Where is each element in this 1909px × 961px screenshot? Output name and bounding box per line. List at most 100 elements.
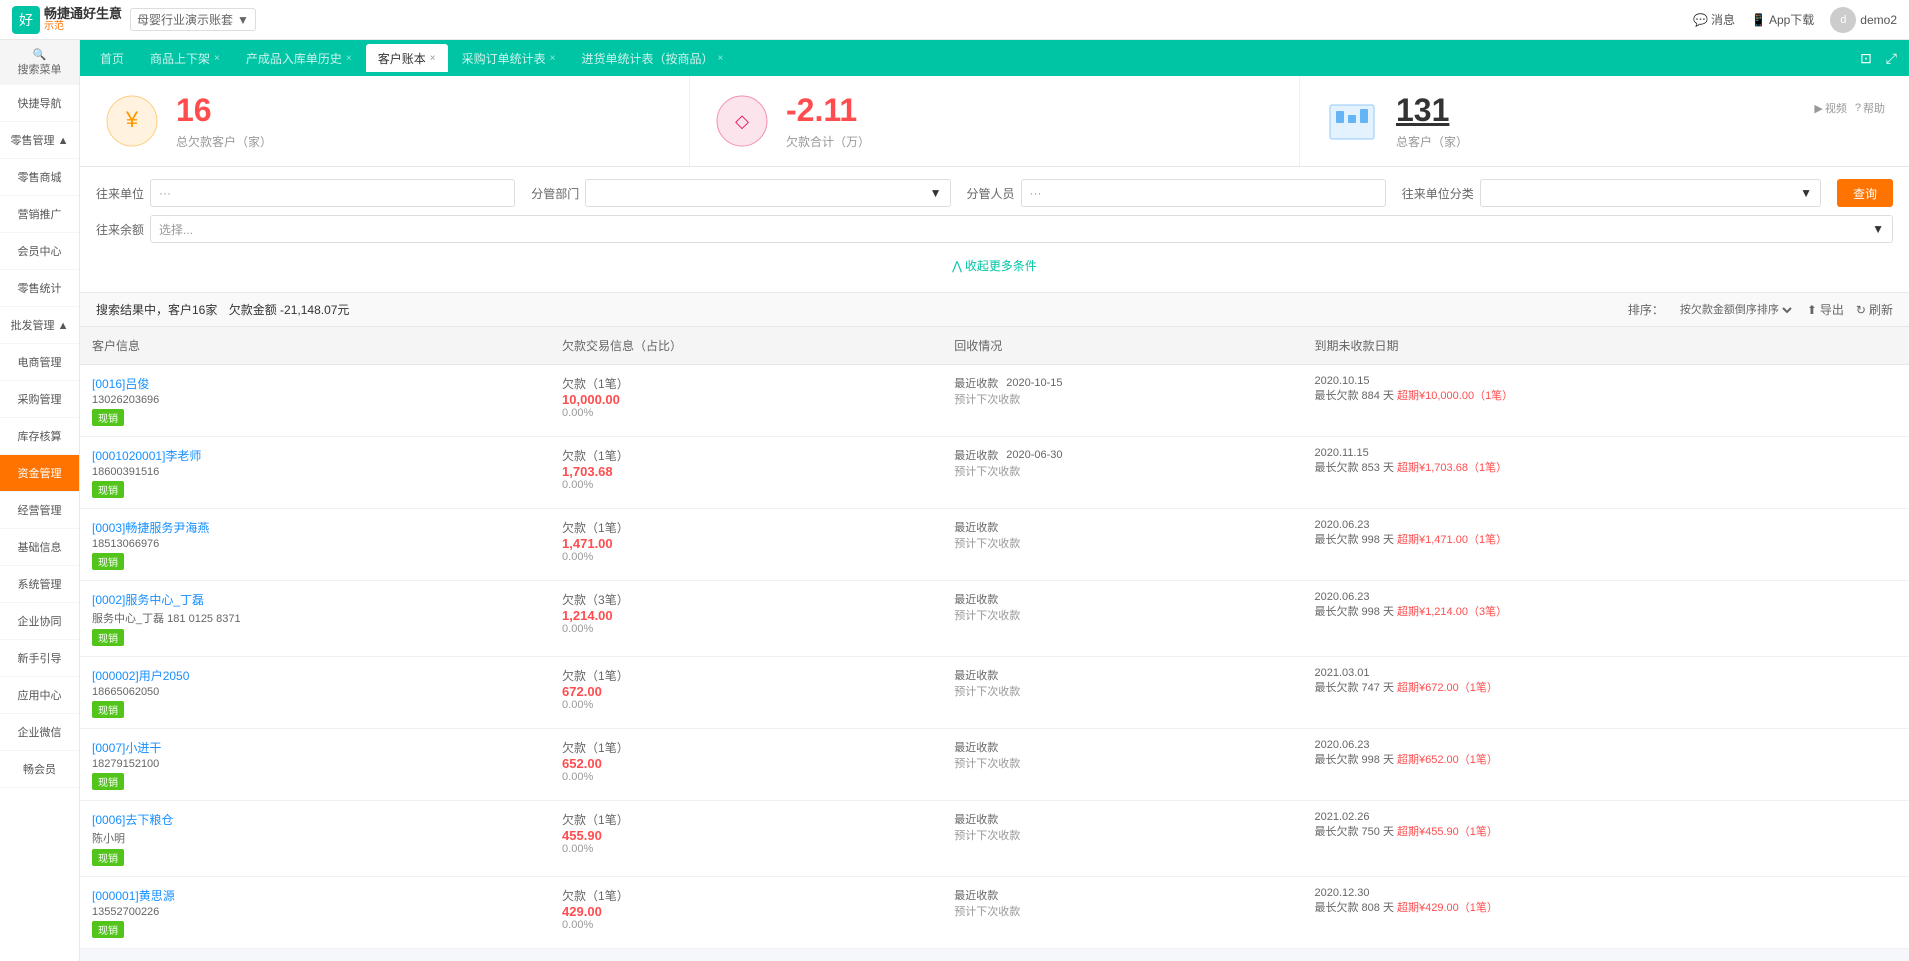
tab-production-history[interactable]: 产成品入库单历史 × <box>234 44 364 72</box>
tab-close-icon[interactable]: × <box>214 53 220 64</box>
dept-select[interactable]: ▼ <box>585 179 950 207</box>
sidebar-search-label: 搜索菜单 <box>4 61 75 77</box>
sidebar-search[interactable]: 🔍 搜索菜单 <box>0 40 79 85</box>
summary-card-amount: ◇ -2.11 欠款合计（万） <box>690 76 1300 166</box>
cell-debt-3: 欠款（3笔） 1,214.00 0.00% <box>550 581 942 657</box>
user-menu[interactable]: d demo2 <box>1830 7 1897 33</box>
sidebar-item-ecommerce[interactable]: 电商管理 <box>0 344 79 381</box>
col-recovery: 回收情况 <box>942 327 1302 365</box>
max-days-1: 最长欠款 853 天 超期¥1,703.68（1笔） <box>1314 459 1897 475</box>
search-button[interactable]: 查询 <box>1837 179 1893 207</box>
overdue-link-5[interactable]: 超期¥652.00（1笔） <box>1397 754 1498 766</box>
debt-percent-1: 0.00% <box>562 479 930 491</box>
filter-row-2: 往来余额 选择... ▼ <box>96 215 1893 243</box>
tab-inventory-stats[interactable]: 进货单统计表（按商品） × <box>569 44 735 72</box>
overdue-link-4[interactable]: 超期¥672.00（1笔） <box>1397 682 1498 694</box>
customer-name-link-2[interactable]: [0003]畅捷服务尹海燕 <box>92 519 538 536</box>
debt-percent-4: 0.00% <box>562 699 930 711</box>
chevron-down-icon4: ▼ <box>1800 186 1812 200</box>
tab-close-icon3[interactable]: × <box>430 53 436 64</box>
sidebar-item-new-guide[interactable]: 新手引导 <box>0 640 79 677</box>
table-row: [000001]黄思源 13552700226 现销 欠款（1笔） 429.00… <box>80 877 1909 949</box>
cell-debt-1: 欠款（1笔） 1,703.68 0.00% <box>550 437 942 509</box>
overdue-link-2[interactable]: 超期¥1,471.00（1笔） <box>1397 534 1507 546</box>
overdue-link-1[interactable]: 超期¥1,703.68（1笔） <box>1397 462 1507 474</box>
overdue-link-7[interactable]: 超期¥429.00（1笔） <box>1397 902 1498 914</box>
sidebar-item-enterprise-wechat[interactable]: 企业微信 <box>0 714 79 751</box>
overdue-link-6[interactable]: 超期¥455.90（1笔） <box>1397 826 1498 838</box>
tab-home[interactable]: 首页 <box>88 44 136 72</box>
app-download-btn[interactable]: 📱 App下载 <box>1751 11 1814 28</box>
refresh-btn[interactable]: ↻ 刷新 <box>1856 301 1893 318</box>
overdue-link-0[interactable]: 超期¥10,000.00（1笔） <box>1397 390 1513 402</box>
due-date-4: 2021.03.01 <box>1314 667 1897 679</box>
cell-debt-5: 欠款（1笔） 652.00 0.00% <box>550 729 942 801</box>
table-row: [0006]去下粮仓 陈小明 现销 欠款（1笔） 455.90 0.00% 最近… <box>80 801 1909 877</box>
refresh-icon: ↻ <box>1856 303 1866 317</box>
customer-name-link-7[interactable]: [000001]黄思源 <box>92 887 538 904</box>
cell-customer-7: [000001]黄思源 13552700226 现销 <box>80 877 550 949</box>
next-label-2: 预计下次收款 <box>954 535 1290 551</box>
from-unit-input[interactable]: ··· <box>150 179 515 207</box>
sidebar-item-purchase-mgmt[interactable]: 采购管理 <box>0 381 79 418</box>
next-label-3: 预计下次收款 <box>954 607 1290 623</box>
customer-name-link-0[interactable]: [0016]吕俊 <box>92 375 538 392</box>
tab-product-manage[interactable]: 商品上下架 × <box>138 44 232 72</box>
customer-phone-3: 服务中心_丁磊 181 0125 8371 <box>92 610 538 626</box>
top-bar: 好 畅捷通好生意 示范 母婴行业演示账套 ▼ 💬 消息 📱 App下载 d de… <box>0 0 1909 40</box>
customer-name-link-3[interactable]: [0002]服务中心_丁磊 <box>92 591 538 608</box>
max-days-7: 最长欠款 808 天 超期¥429.00（1笔） <box>1314 899 1897 915</box>
customer-tag-5: 现销 <box>92 773 124 790</box>
top-bar-left: 好 畅捷通好生意 示范 母婴行业演示账套 ▼ <box>12 6 256 34</box>
debt-amount: -2.11 <box>786 92 1275 129</box>
debt-desc-4: 欠款（1笔） <box>562 667 930 684</box>
customer-tag-7: 现销 <box>92 921 124 938</box>
sidebar-item-system-mgmt[interactable]: 系统管理 <box>0 566 79 603</box>
overdue-link-3[interactable]: 超期¥1,214.00（3笔） <box>1397 606 1507 618</box>
sidebar-item-basic-info[interactable]: 基础信息 <box>0 529 79 566</box>
recent-label-5: 最近收款 <box>954 739 998 755</box>
customer-name-link-1[interactable]: [0001020001]李老师 <box>92 447 538 464</box>
help-btn[interactable]: ? 帮助 <box>1855 100 1885 116</box>
customer-name-link-6[interactable]: [0006]去下粮仓 <box>92 811 538 828</box>
next-label-5: 预计下次收款 <box>954 755 1290 771</box>
sidebar-item-marketing[interactable]: 营销推广 <box>0 196 79 233</box>
balance-select[interactable]: 选择... ▼ <box>150 215 1893 243</box>
tab-close-icon2[interactable]: × <box>346 53 352 64</box>
sidebar-item-app-center[interactable]: 应用中心 <box>0 677 79 714</box>
tab-close-icon5[interactable]: × <box>717 53 723 64</box>
tab-close-icon4[interactable]: × <box>550 53 556 64</box>
filter-from-unit: 往来单位 ··· <box>96 179 515 207</box>
cell-customer-4: [000002]用户2050 18665062050 现销 <box>80 657 550 729</box>
sidebar-item-quick-nav[interactable]: 快捷导航 <box>0 85 79 122</box>
collapse-button[interactable]: ⋀ 收起更多条件 <box>952 257 1037 274</box>
sidebar-item-retail-mgmt[interactable]: 零售管理 ▲ <box>0 122 79 159</box>
sidebar-item-member-vip[interactable]: 畅会员 <box>0 751 79 788</box>
tab-purchase-order[interactable]: 采购订单统计表 × <box>450 44 568 72</box>
debt-desc-3: 欠款（3笔） <box>562 591 930 608</box>
unit-class-select[interactable]: ▼ <box>1480 179 1821 207</box>
sidebar-item-retail-stats[interactable]: 零售统计 <box>0 270 79 307</box>
company-selector[interactable]: 母婴行业演示账套 ▼ <box>130 8 256 31</box>
sidebar-item-ops-mgmt[interactable]: 经营管理 <box>0 492 79 529</box>
person-input[interactable]: ··· <box>1021 179 1386 207</box>
col-customer-info: 客户信息 <box>80 327 550 365</box>
sort-select[interactable]: 按欠款金额倒序排序 <box>1676 303 1795 317</box>
tab-fullscreen-btn[interactable]: ⤢ <box>1882 48 1901 69</box>
debt-amount-0: 10,000.00 <box>562 392 930 407</box>
message-btn[interactable]: 💬 消息 <box>1693 11 1735 28</box>
customer-name-link-5[interactable]: [0007]小迸干 <box>92 739 538 756</box>
sidebar-item-member-center[interactable]: 会员中心 <box>0 233 79 270</box>
sidebar-item-retail-store[interactable]: 零售商城 <box>0 159 79 196</box>
video-btn[interactable]: ▶ 视频 <box>1814 100 1846 116</box>
tab-customer-account[interactable]: 客户账本 × <box>366 44 448 72</box>
tab-restore-btn[interactable]: ⊡ <box>1856 48 1876 69</box>
sidebar-item-batch-mgmt[interactable]: 批发管理 ▲ <box>0 307 79 344</box>
customer-name-link-4[interactable]: [000002]用户2050 <box>92 667 538 684</box>
sidebar-item-inventory-check[interactable]: 库存核算 <box>0 418 79 455</box>
cell-due-0: 2020.10.15 最长欠款 884 天 超期¥10,000.00（1笔） <box>1302 365 1909 437</box>
sidebar-item-enterprise-collab[interactable]: 企业协同 <box>0 603 79 640</box>
sidebar-item-finance-mgmt[interactable]: 资金管理 <box>0 455 79 492</box>
export-btn[interactable]: ⬆ 导出 <box>1807 301 1844 318</box>
filter-unit-class: 往来单位分类 ▼ <box>1402 179 1821 207</box>
